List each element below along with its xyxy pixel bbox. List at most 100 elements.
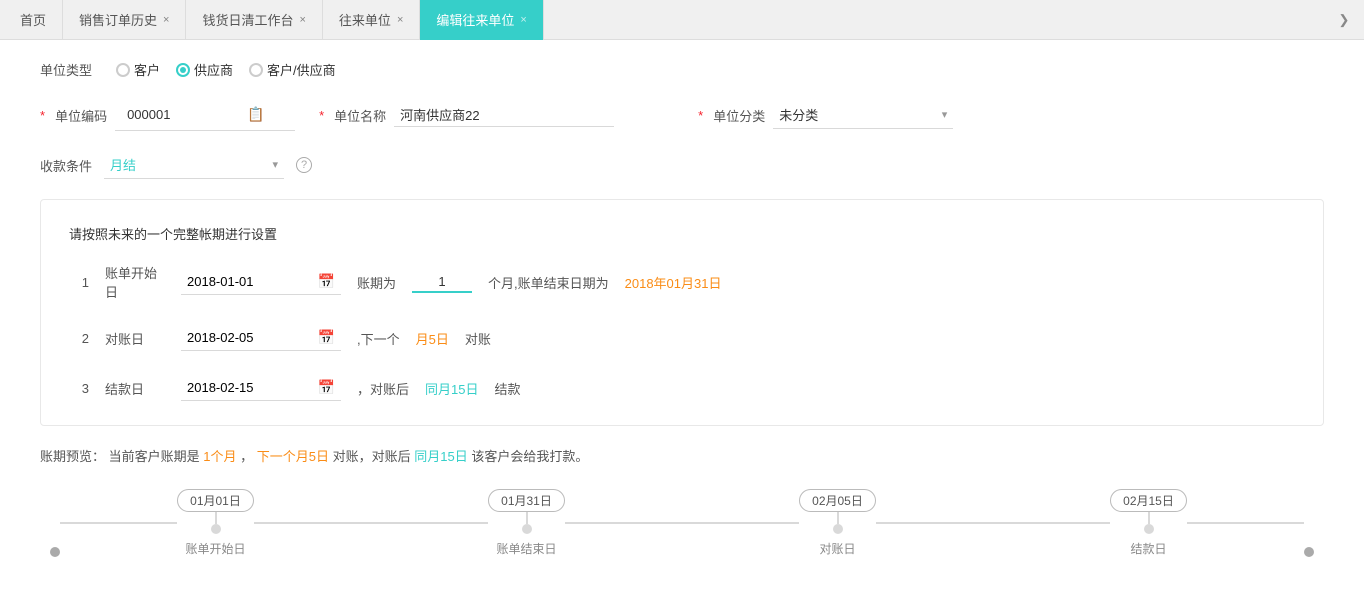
preview-text-mid2: 对账，对账后 (333, 449, 415, 464)
payment-condition-label: 收款条件 (40, 156, 92, 175)
payment-chevron-icon: ▾ (272, 158, 278, 171)
timeline-node-4: 02月15日 结款日 (1110, 489, 1187, 557)
timeline-dot-4 (1144, 524, 1154, 534)
tab-edit-partner-label: 编辑往来单位 (436, 10, 514, 29)
unit-category-required: * (698, 108, 703, 123)
radio-group-unit-type: 客户 供应商 客户/供应商 (116, 60, 336, 79)
timeline-line-3 (565, 522, 799, 524)
period-date-2-wrap: 📅 (181, 325, 341, 351)
timeline-badge-4: 02月15日 (1110, 489, 1187, 512)
period-desc-2-prefix: ,下一个 (357, 329, 400, 348)
period-date-3-calendar-icon[interactable]: 📅 (318, 379, 335, 396)
unit-name-label: 单位名称 (334, 106, 386, 125)
unit-code-icon[interactable]: 📋 (247, 106, 264, 123)
period-end-date-highlight: 2018年01月31日 (625, 273, 722, 292)
timeline-label-2: 账单结束日 (497, 540, 557, 557)
timeline-connector-3 (837, 512, 839, 524)
tab-cash-work-close[interactable]: × (299, 14, 305, 26)
payment-condition-row: 收款条件 月结 ▾ ? (40, 151, 1324, 179)
tab-home[interactable]: 首页 (8, 0, 63, 40)
timeline-dot-3 (833, 524, 843, 534)
timeline-badge-1: 01月01日 (177, 489, 254, 512)
preview-section: 账期预览： 当前客户账期是 1个月 ， 下一个月5日 对账，对账后 同月15日 … (40, 446, 1324, 577)
unit-type-label: 单位类型 (40, 60, 92, 79)
radio-supplier-circle (176, 63, 190, 77)
unit-category-select[interactable]: 未分类 ▾ (773, 101, 953, 129)
period-date-1-calendar-icon[interactable]: 📅 (318, 273, 335, 290)
radio-both[interactable]: 客户/供应商 (249, 60, 336, 79)
period-num-3: 3 (69, 381, 89, 396)
period-months-input[interactable] (412, 272, 472, 293)
tab-partner-label: 往来单位 (339, 10, 391, 29)
tab-edit-partner-close[interactable]: × (520, 14, 526, 26)
period-date-2-calendar-icon[interactable]: 📅 (318, 329, 335, 346)
unit-code-input-wrap: 📋 (115, 99, 295, 131)
tab-sales-history-label: 销售订单历史 (79, 10, 157, 29)
timeline-end-dot (1304, 547, 1314, 557)
period-desc-2-highlight: 月5日 (416, 329, 449, 348)
unit-code-input[interactable] (121, 103, 241, 126)
period-date-2-input[interactable] (187, 330, 312, 345)
period-num-2: 2 (69, 331, 89, 346)
period-row-1: 1 账单开始日 📅 账期为 个月,账单结束日期为 2018年01月31日 (69, 263, 1295, 301)
timeline-label-3: 对账日 (820, 540, 856, 557)
radio-both-label: 客户/供应商 (267, 60, 336, 79)
radio-supplier-label: 供应商 (194, 60, 233, 79)
period-desc-suffix-1: 个月,账单结束日期为 (488, 273, 609, 292)
period-field-label-2: 对账日 (105, 329, 165, 348)
unit-info-row: * 单位编码 📋 * 单位名称 * 单位分类 未分类 ▾ (40, 99, 1324, 131)
period-desc-3-suffix: 结款 (494, 379, 520, 398)
timeline-connector-2 (526, 512, 528, 524)
timeline-node-1: 01月01日 账单开始日 (177, 489, 254, 557)
radio-customer[interactable]: 客户 (116, 60, 160, 79)
period-date-3-input[interactable] (187, 380, 312, 395)
preview-text-mid1: ， (240, 449, 253, 464)
period-date-1-input[interactable] (187, 274, 312, 289)
unit-category-label: 单位分类 (713, 106, 765, 125)
radio-supplier[interactable]: 供应商 (176, 60, 233, 79)
timeline-node-2: 01月31日 账单结束日 (488, 489, 565, 557)
period-desc-3-highlight: 同月15日 (425, 379, 478, 398)
timeline-label-4: 结款日 (1131, 540, 1167, 557)
unit-category-value: 未分类 (779, 105, 935, 124)
tab-sales-history-close[interactable]: × (163, 14, 169, 26)
timeline-line-2 (254, 522, 488, 524)
period-desc-2-suffix: 对账 (465, 329, 491, 348)
tab-cash-work-label: 钱货日清工作台 (202, 10, 293, 29)
preview-highlight-3: 同月15日 (414, 449, 467, 464)
tab-partner[interactable]: 往来单位 × (323, 0, 420, 40)
main-content: 单位类型 客户 供应商 客户/供应商 * 单位编码 📋 (0, 40, 1364, 608)
tab-partner-close[interactable]: × (397, 14, 403, 26)
radio-both-circle (249, 63, 263, 77)
chevron-down-icon: ▾ (942, 108, 948, 121)
timeline-start-circle (50, 547, 60, 557)
tab-sales-history[interactable]: 销售订单历史 × (63, 0, 186, 40)
payment-condition-value: 月结 (110, 155, 266, 174)
period-row-3: 3 结款日 📅 ，对账后同月15日 结款 (69, 375, 1295, 401)
timeline-start-dot (50, 547, 60, 557)
timeline-line-5 (1187, 522, 1304, 524)
tab-expand-button[interactable]: ❯ (1332, 12, 1356, 28)
period-desc-prefix-1: 账期为 (357, 273, 396, 292)
unit-name-input[interactable] (394, 103, 614, 127)
help-icon[interactable]: ? (296, 157, 312, 173)
preview-highlight-2: 下一个月5日 (257, 449, 329, 464)
timeline-label-1: 账单开始日 (186, 540, 246, 557)
timeline-badge-2: 01月31日 (488, 489, 565, 512)
preview-text-before1: 当前客户账期是 (109, 449, 200, 464)
timeline-connector-4 (1148, 512, 1150, 524)
tab-edit-partner[interactable]: 编辑往来单位 × (420, 0, 543, 40)
period-field-label-1: 账单开始日 (105, 263, 165, 301)
chevron-right-icon: ❯ (1339, 12, 1350, 28)
period-num-1: 1 (69, 275, 89, 290)
payment-condition-select[interactable]: 月结 ▾ (104, 151, 284, 179)
period-field-label-3: 结款日 (105, 379, 165, 398)
timeline-badge-3: 02月05日 (799, 489, 876, 512)
tab-cash-work[interactable]: 钱货日清工作台 × (186, 0, 322, 40)
preview-text-end: 该客户会给我打款。 (471, 449, 588, 464)
period-setup-box: 请按照未来的一个完整帐期进行设置 1 账单开始日 📅 账期为 个月,账单结束日期… (40, 199, 1324, 426)
period-row-2: 2 对账日 📅 ,下一个月5日 对账 (69, 325, 1295, 351)
preview-text: 账期预览： 当前客户账期是 1个月 ， 下一个月5日 对账，对账后 同月15日 … (40, 446, 1324, 465)
unit-code-required: * (40, 108, 45, 123)
tab-home-label: 首页 (20, 10, 46, 29)
